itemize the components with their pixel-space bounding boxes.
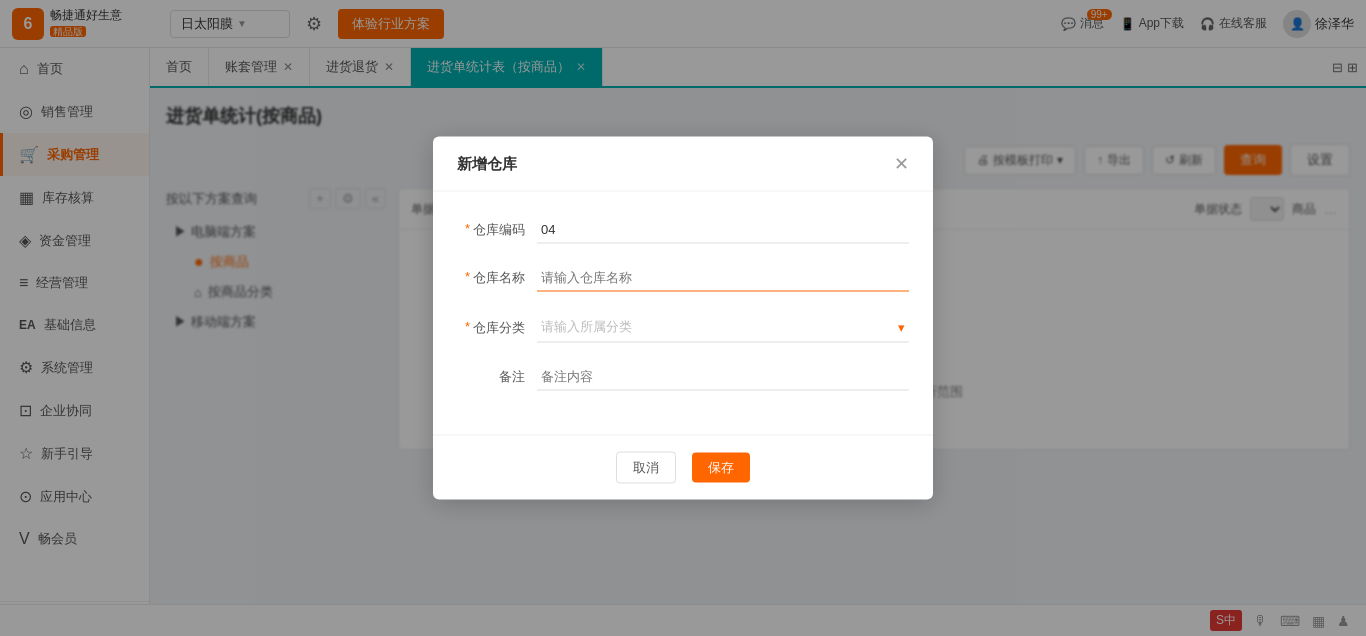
name-row: 仓库名称 (457, 264, 909, 292)
category-placeholder: 请输入所属分类 (541, 318, 898, 336)
code-row: 仓库编码 (457, 216, 909, 244)
category-row: 仓库分类 请输入所属分类 ▾ (457, 312, 909, 343)
remark-label: 备注 (457, 368, 537, 386)
category-select-wrapper[interactable]: 请输入所属分类 ▾ (537, 312, 909, 343)
modal-header: 新增仓库 ✕ (433, 137, 933, 192)
category-dropdown-arrow: ▾ (898, 319, 905, 334)
cancel-button[interactable]: 取消 (616, 452, 676, 484)
name-label: 仓库名称 (457, 269, 537, 287)
remark-input[interactable] (537, 363, 909, 391)
new-warehouse-modal: 新增仓库 ✕ 仓库编码 仓库名称 仓库分类 请输入所属分类 ▾ 备注 取消 (433, 137, 933, 500)
modal-body: 仓库编码 仓库名称 仓库分类 请输入所属分类 ▾ 备注 (433, 192, 933, 435)
save-button[interactable]: 保存 (692, 453, 750, 483)
code-input[interactable] (537, 216, 909, 244)
modal-footer: 取消 保存 (433, 435, 933, 500)
modal-close-button[interactable]: ✕ (894, 153, 909, 175)
category-label: 仓库分类 (457, 318, 537, 336)
modal-title: 新增仓库 (457, 154, 517, 173)
remark-row: 备注 (457, 363, 909, 391)
name-input[interactable] (537, 264, 909, 292)
code-label: 仓库编码 (457, 221, 537, 239)
